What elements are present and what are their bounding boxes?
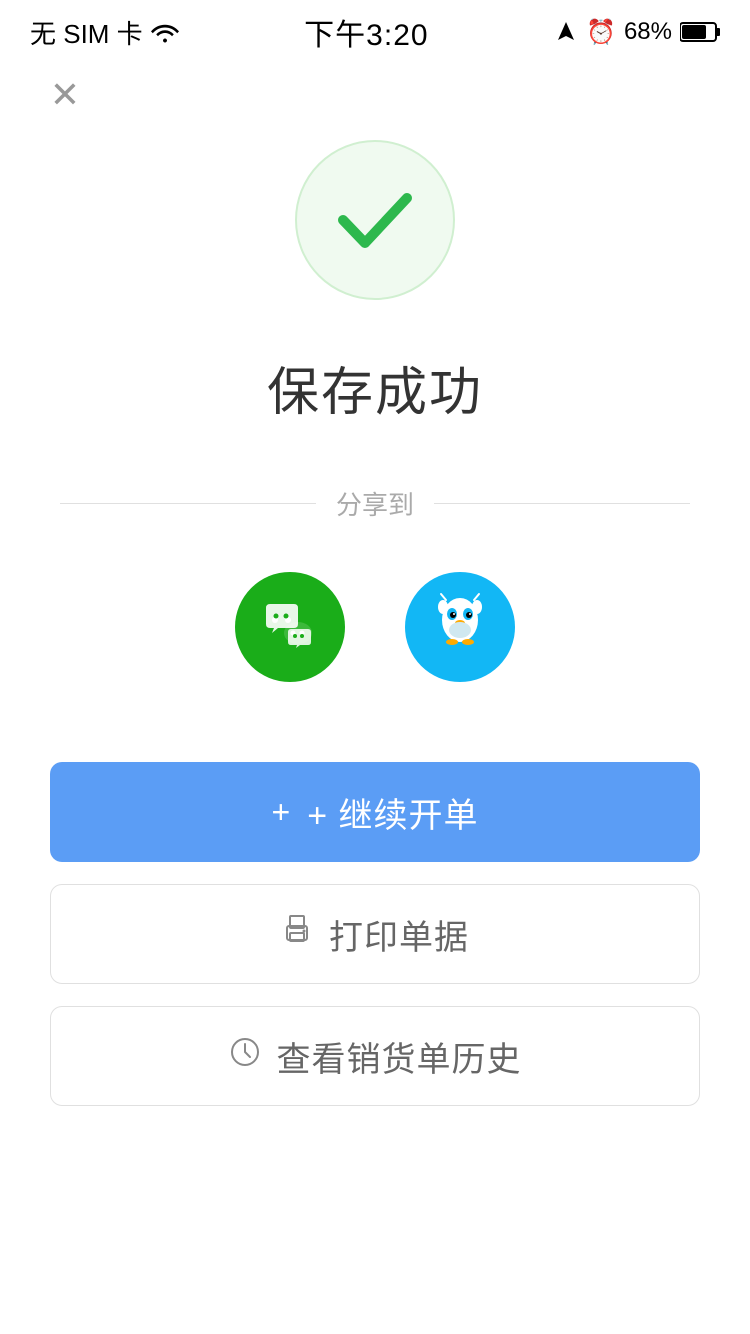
- printer-icon: [281, 914, 313, 954]
- wechat-share-button[interactable]: [235, 572, 345, 682]
- print-label: 打印单据: [329, 910, 469, 959]
- status-time: 下午3:20: [304, 10, 428, 54]
- qq-share-button[interactable]: [405, 572, 515, 682]
- wifi-icon: [151, 21, 179, 43]
- divider-left: [60, 503, 316, 504]
- clock-icon: [229, 1036, 261, 1076]
- status-bar: 无 SIM 卡 下午3:20 ⏰ 68%: [0, 0, 750, 60]
- location-icon: [554, 20, 578, 44]
- status-right: ⏰ 68%: [554, 18, 720, 47]
- plus-icon: +: [272, 794, 292, 831]
- success-circle: [295, 140, 455, 300]
- sim-label: 无 SIM 卡: [30, 14, 143, 51]
- continue-label: + 继续开单: [307, 788, 478, 837]
- close-button[interactable]: ✕: [40, 70, 90, 120]
- share-label: 分享到: [336, 485, 414, 522]
- action-buttons: + + 继续开单 打印单据 查看销货单历: [0, 762, 750, 1106]
- checkmark-icon: [335, 188, 415, 253]
- battery-icon: [680, 21, 720, 43]
- close-icon: ✕: [50, 77, 80, 113]
- success-title: 保存成功: [267, 350, 483, 425]
- share-icons: [235, 572, 515, 682]
- share-section: 分享到: [0, 485, 750, 702]
- divider-right: [434, 503, 690, 504]
- main-content: 保存成功 分享到: [0, 60, 750, 1106]
- status-left: 无 SIM 卡: [30, 14, 179, 51]
- history-label: 查看销货单历史: [277, 1032, 522, 1081]
- share-divider: 分享到: [0, 485, 750, 522]
- qq-icon: [428, 592, 493, 662]
- history-button[interactable]: 查看销货单历史: [50, 1006, 700, 1106]
- alarm-icon: ⏰: [586, 18, 616, 47]
- continue-button[interactable]: + + 继续开单: [50, 762, 700, 862]
- battery-label: 68%: [624, 18, 672, 46]
- wechat-icon: [258, 600, 323, 655]
- print-button[interactable]: 打印单据: [50, 884, 700, 984]
